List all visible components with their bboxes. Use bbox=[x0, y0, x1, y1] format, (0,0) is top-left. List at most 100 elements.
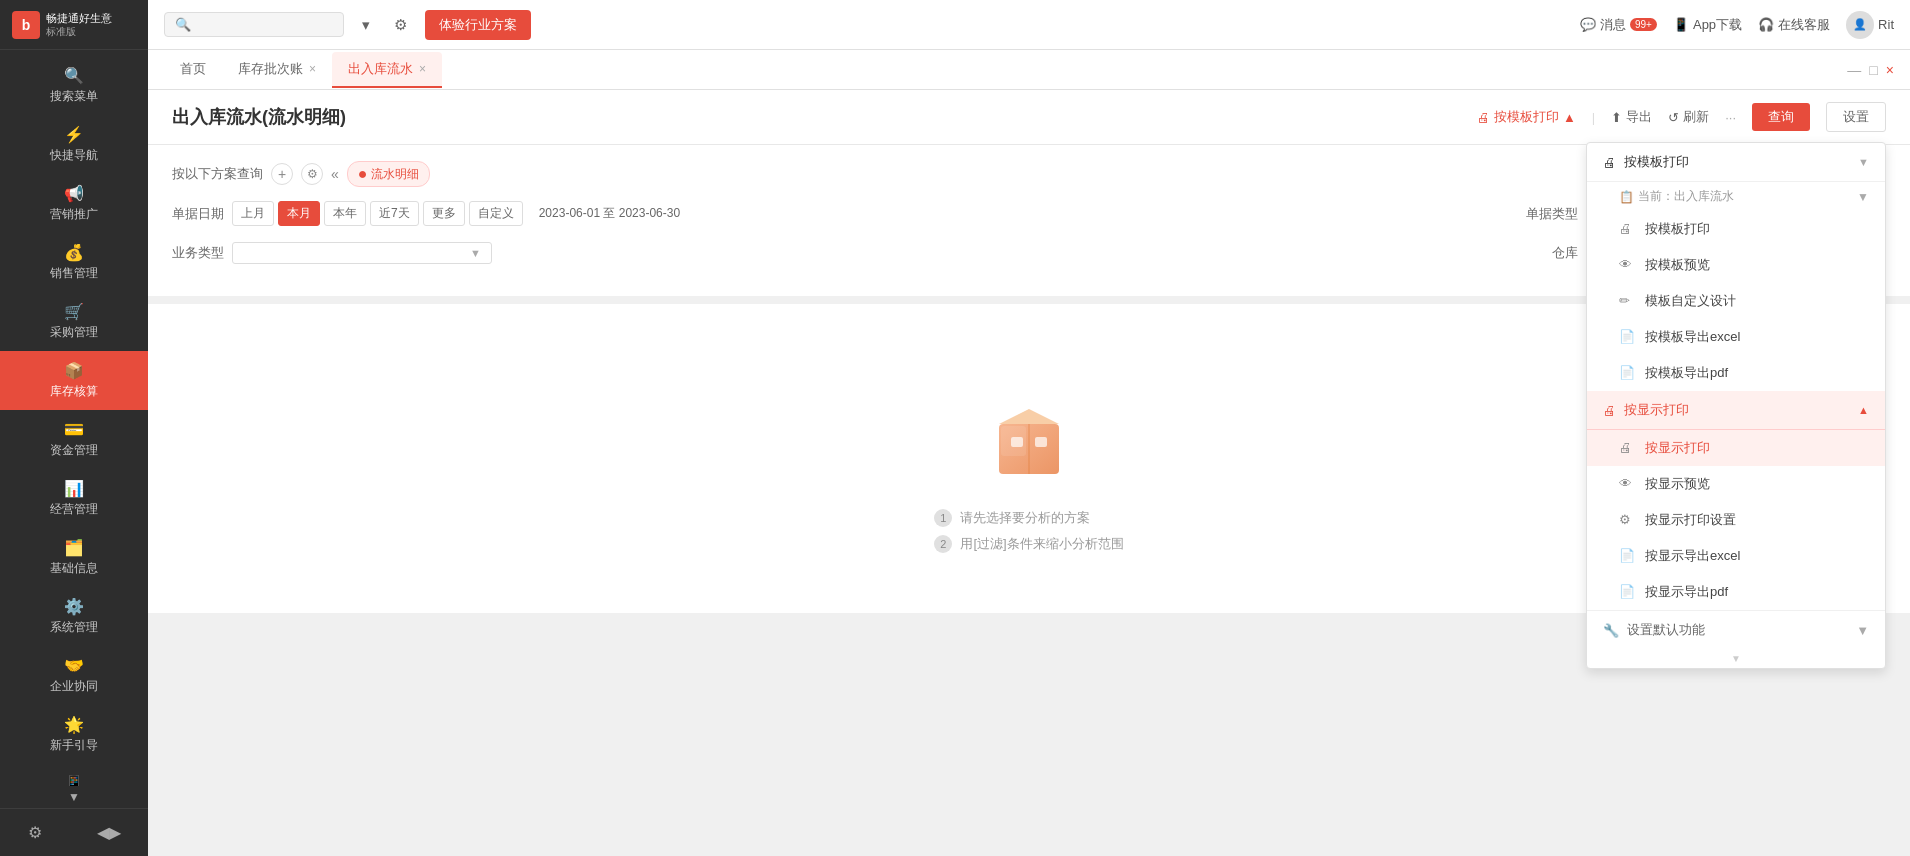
template-export-pdf-item[interactable]: 📄 按模板导出pdf bbox=[1587, 355, 1885, 391]
date-btn-this-year[interactable]: 本年 bbox=[324, 201, 366, 226]
topbar-dropdown-arrow[interactable]: ▾ bbox=[356, 12, 376, 38]
sidebar-item-appcenter[interactable]: 📱 应用中心 bbox=[0, 764, 148, 786]
industry-solution-button[interactable]: 体验行业方案 bbox=[425, 10, 531, 40]
set-default-icon: 🔧 bbox=[1603, 623, 1619, 638]
more-actions-btn[interactable]: ··· bbox=[1725, 110, 1736, 125]
empty-state-illustration bbox=[979, 389, 1079, 489]
topbar: 🔍 ▾ ⚙ 体验行业方案 💬 消息 99+ 📱 App下载 🎧 在线客服 👤 bbox=[148, 0, 1910, 50]
app-download-btn[interactable]: 📱 App下载 bbox=[1673, 16, 1742, 34]
template-print-section-header[interactable]: 🖨 按模板打印 ▼ bbox=[1587, 143, 1885, 182]
tab-flow[interactable]: 出入库流水 × bbox=[332, 52, 442, 88]
message-btn[interactable]: 💬 消息 99+ bbox=[1580, 16, 1657, 34]
sidebar-item-basics[interactable]: 🗂️ 基础信息 bbox=[0, 528, 148, 587]
settings-button[interactable]: 设置 bbox=[1826, 102, 1886, 132]
biz-type-filter-field: 业务类型 ▼ bbox=[172, 242, 492, 264]
sidebar-item-system-icon: ⚙️ bbox=[64, 597, 84, 616]
tip-text-2: 用[过滤]条件来缩小分析范围 bbox=[960, 535, 1123, 553]
tab-close-window-btn[interactable]: × bbox=[1886, 62, 1894, 78]
template-excel-icon: 📄 bbox=[1619, 329, 1635, 345]
user-avatar: 👤 bbox=[1846, 11, 1874, 39]
warehouse-label: 仓库 bbox=[1552, 244, 1578, 262]
online-service-btn[interactable]: 🎧 在线客服 bbox=[1758, 16, 1830, 34]
sidebar-item-system-label: 系统管理 bbox=[50, 619, 98, 636]
date-btn-this-month[interactable]: 本月 bbox=[278, 201, 320, 226]
sidebar-item-finance[interactable]: 💳 资金管理 bbox=[0, 410, 148, 469]
topbar-search-icon: 🔍 bbox=[175, 17, 191, 32]
search-button[interactable]: 查询 bbox=[1752, 103, 1810, 131]
sidebar-item-system[interactable]: ⚙️ 系统管理 bbox=[0, 587, 148, 646]
display-export-excel-item[interactable]: 📄 按显示导出excel bbox=[1587, 538, 1885, 574]
print-dropdown-arrow[interactable]: ▲ bbox=[1563, 110, 1576, 125]
date-btn-more[interactable]: 更多 bbox=[423, 201, 465, 226]
display-print-section-header[interactable]: 🖨 按显示打印 ▲ bbox=[1587, 391, 1885, 430]
sidebar-item-inventory[interactable]: 📦 库存核算 bbox=[0, 351, 148, 410]
display-print-item[interactable]: 🖨 按显示打印 bbox=[1587, 430, 1885, 466]
filter-settings-btn[interactable]: ⚙ bbox=[301, 163, 323, 185]
display-export-pdf-item[interactable]: 📄 按显示导出pdf bbox=[1587, 574, 1885, 610]
display-preview-label: 按显示预览 bbox=[1645, 475, 1710, 493]
print-icon: 🖨 bbox=[1477, 110, 1490, 125]
collapse-icon[interactable]: ◀▶ bbox=[89, 819, 129, 846]
date-btn-last-month[interactable]: 上月 bbox=[232, 201, 274, 226]
template-export-excel-item[interactable]: 📄 按模板导出excel bbox=[1587, 319, 1885, 355]
sidebar-item-sales-icon: 💰 bbox=[64, 243, 84, 262]
online-service-label: 在线客服 bbox=[1778, 16, 1830, 34]
settings-icon[interactable]: ⚙ bbox=[20, 819, 50, 846]
display-print-settings-item[interactable]: ⚙ 按显示打印设置 bbox=[1587, 502, 1885, 538]
topbar-search-box[interactable]: 🔍 bbox=[164, 12, 344, 37]
empty-tips: 1 请先选择要分析的方案 2 用[过滤]条件来缩小分析范围 bbox=[934, 509, 1123, 553]
current-template-icon: 📋 bbox=[1619, 190, 1634, 204]
sidebar-item-sales-label: 销售管理 bbox=[50, 265, 98, 282]
tab-flow-close[interactable]: × bbox=[419, 62, 426, 76]
sidebar-item-purchase[interactable]: 🛒 采购管理 bbox=[0, 292, 148, 351]
tab-batch-close[interactable]: × bbox=[309, 62, 316, 76]
print-template-btn[interactable]: 🖨 按模板打印 ▲ bbox=[1477, 108, 1576, 126]
refresh-btn[interactable]: ↺ 刷新 bbox=[1668, 108, 1709, 126]
user-info-btn[interactable]: 👤 Rit bbox=[1846, 11, 1894, 39]
template-print-item[interactable]: 🖨 按模板打印 bbox=[1587, 211, 1885, 247]
sidebar-scroll-down[interactable]: ▼ bbox=[0, 786, 148, 808]
sidebar-item-newbie[interactable]: 🌟 新手引导 bbox=[0, 705, 148, 764]
topbar-settings-icon[interactable]: ⚙ bbox=[388, 12, 413, 38]
tip-number-2: 2 bbox=[934, 535, 952, 553]
display-print-chevron: ▲ bbox=[1858, 404, 1869, 416]
export-btn[interactable]: ⬆ 导出 bbox=[1611, 108, 1652, 126]
template-custom-design-item[interactable]: ✏ 模板自定义设计 bbox=[1587, 283, 1885, 319]
filter-add-btn[interactable]: + bbox=[271, 163, 293, 185]
tab-bar: 首页 库存批次账 × 出入库流水 × — □ × bbox=[148, 50, 1910, 90]
print-separator: | bbox=[1592, 110, 1595, 125]
template-preview-item[interactable]: 👁 按模板预览 bbox=[1587, 247, 1885, 283]
template-custom-label: 模板自定义设计 bbox=[1645, 292, 1736, 310]
sidebar-item-marketing[interactable]: 📢 营销推广 bbox=[0, 174, 148, 233]
tab-maximize-btn[interactable]: □ bbox=[1869, 62, 1877, 78]
brand-name: 畅捷通好生意 bbox=[46, 11, 112, 25]
sidebar-item-search[interactable]: 🔍 搜索菜单 bbox=[0, 56, 148, 115]
empty-tip-1: 1 请先选择要分析的方案 bbox=[934, 509, 1123, 527]
print-template-label: 按模板打印 bbox=[1494, 108, 1559, 126]
sidebar-item-cooperation[interactable]: 🤝 企业协同 bbox=[0, 646, 148, 705]
sidebar-item-shortcut-icon: ⚡ bbox=[64, 125, 84, 144]
sidebar-item-operations[interactable]: 📊 经营管理 bbox=[0, 469, 148, 528]
filter-tag[interactable]: ● 流水明细 bbox=[347, 161, 431, 187]
set-default-section[interactable]: 🔧 设置默认功能 ▼ bbox=[1587, 611, 1885, 649]
page-title: 出入库流水(流水明细) bbox=[172, 105, 346, 141]
tab-minimize-btn[interactable]: — bbox=[1847, 62, 1861, 78]
date-btn-custom[interactable]: 自定义 bbox=[469, 201, 523, 226]
filter-collapse-btn[interactable]: « bbox=[331, 166, 339, 182]
biz-type-select[interactable]: ▼ bbox=[232, 242, 492, 264]
date-btn-7days[interactable]: 近7天 bbox=[370, 201, 419, 226]
logo-icon: b bbox=[12, 11, 40, 39]
display-print-item-icon: 🖨 bbox=[1619, 440, 1635, 456]
tab-batch[interactable]: 库存批次账 × bbox=[222, 52, 332, 88]
logo-text-area: 畅捷通好生意 标准版 bbox=[40, 11, 112, 38]
sidebar-item-purchase-icon: 🛒 bbox=[64, 302, 84, 321]
topbar-search-input[interactable] bbox=[197, 18, 327, 32]
page-header-actions: 🖨 按模板打印 ▲ | ⬆ 导出 ↺ 刷新 ··· 查询 设置 bbox=[1477, 102, 1886, 144]
app-download-label: App下载 bbox=[1693, 16, 1742, 34]
sidebar-item-shortcut[interactable]: ⚡ 快捷导航 bbox=[0, 115, 148, 174]
current-template-arrow: ▼ bbox=[1857, 190, 1869, 204]
display-preview-item[interactable]: 👁 按显示预览 bbox=[1587, 466, 1885, 502]
sidebar-bottom: ⚙ ◀▶ bbox=[0, 808, 148, 856]
sidebar-item-sales[interactable]: 💰 销售管理 bbox=[0, 233, 148, 292]
tab-home[interactable]: 首页 bbox=[164, 52, 222, 88]
